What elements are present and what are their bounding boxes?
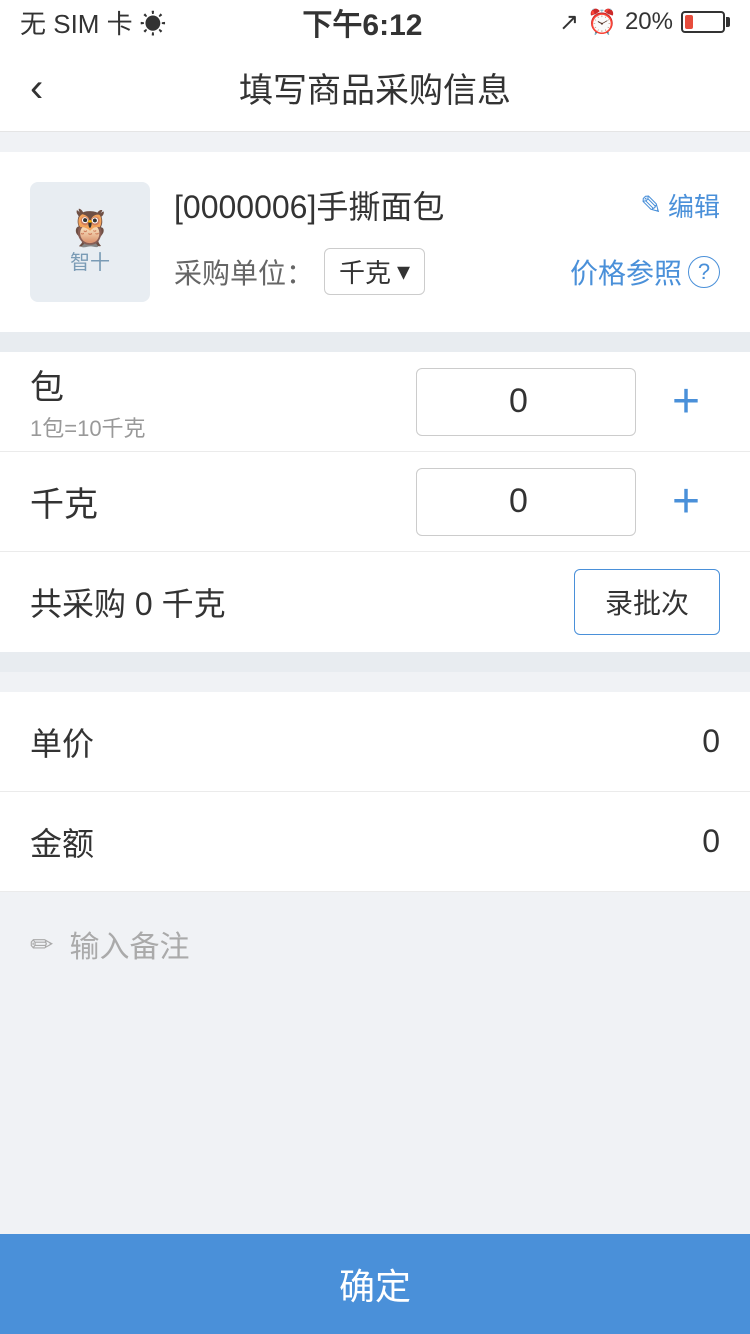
product-thumbnail: 🦉 智十 xyxy=(30,182,150,302)
input-section: 包 1包=10千克 + 千克 + xyxy=(0,352,750,552)
kg-plus-button[interactable]: + xyxy=(652,468,720,536)
notes-section[interactable]: ✏ 输入备注 xyxy=(0,892,750,1212)
pack-input-row: 包 1包=10千克 + xyxy=(0,352,750,452)
status-time: 下午6:12 xyxy=(302,0,422,44)
total-row: 共采购 0 千克 录批次 xyxy=(0,552,750,652)
pack-sublabel: 1包=10千克 xyxy=(30,411,150,443)
price-row: 单价 0 xyxy=(0,692,750,792)
kg-input[interactable] xyxy=(416,468,636,536)
info-section: 单价 0 金额 0 xyxy=(0,692,750,892)
price-value: 0 xyxy=(702,723,720,760)
price-label: 单价 xyxy=(30,719,94,765)
price-ref-button[interactable]: 价格参照 ? xyxy=(570,252,720,292)
price-ref-label: 价格参照 xyxy=(570,252,682,292)
unit-value: 千克 xyxy=(339,253,391,290)
total-text: 共采购 0 千克 xyxy=(30,579,226,625)
amount-row: 金额 0 xyxy=(0,792,750,892)
alarm-icon: ⏰ xyxy=(587,8,617,37)
thumb-label: 智十 xyxy=(70,246,110,275)
unit-dropdown[interactable]: 千克 ▾ xyxy=(324,248,425,295)
unit-label: 采购单位： xyxy=(174,252,314,292)
product-info: [0000006]手撕面包 ✎ 编辑 采购单位： 千克 ▾ 价格参照 ? xyxy=(174,182,720,295)
battery-percent: 20% xyxy=(625,8,673,36)
pack-plus-button[interactable]: + xyxy=(652,368,720,436)
kg-label: 千克 xyxy=(30,477,150,526)
product-name: [0000006]手撕面包 xyxy=(174,182,444,228)
status-left: 无 SIM 卡 ☀ xyxy=(20,4,166,41)
location-icon: ↗ xyxy=(559,8,579,37)
thumb-owl-icon: 🦉 xyxy=(68,210,113,246)
kg-input-row: 千克 + xyxy=(0,452,750,552)
notes-placeholder: 输入备注 xyxy=(69,922,189,966)
question-icon: ? xyxy=(688,256,720,288)
nav-bar: ‹ 填写商品采购信息 xyxy=(0,44,750,132)
battery-icon xyxy=(681,11,730,33)
section-divider-2 xyxy=(0,652,750,672)
sim-status: 无 SIM 卡 ☀ xyxy=(20,4,166,41)
amount-value: 0 xyxy=(702,823,720,860)
status-bar: 无 SIM 卡 ☀ 下午6:12 ↗ ⏰ 20% xyxy=(0,0,750,44)
edit-button[interactable]: ✎ 编辑 xyxy=(640,187,720,224)
chevron-down-icon: ▾ xyxy=(397,256,410,287)
status-right: ↗ ⏰ 20% xyxy=(559,8,730,37)
confirm-button[interactable]: 确定 xyxy=(0,1234,750,1334)
pencil-icon: ✏ xyxy=(30,928,53,961)
pack-input[interactable] xyxy=(416,368,636,436)
pack-label: 包 xyxy=(30,360,150,409)
section-divider-1 xyxy=(0,332,750,352)
back-button[interactable]: ‹ xyxy=(30,68,43,108)
record-batch-button[interactable]: 录批次 xyxy=(574,569,720,635)
amount-label: 金额 xyxy=(30,819,94,865)
edit-icon: ✎ xyxy=(640,190,662,221)
product-card: 🦉 智十 [0000006]手撕面包 ✎ 编辑 采购单位： 千克 ▾ 价格参照 … xyxy=(0,152,750,332)
page-title: 填写商品采购信息 xyxy=(239,63,511,112)
